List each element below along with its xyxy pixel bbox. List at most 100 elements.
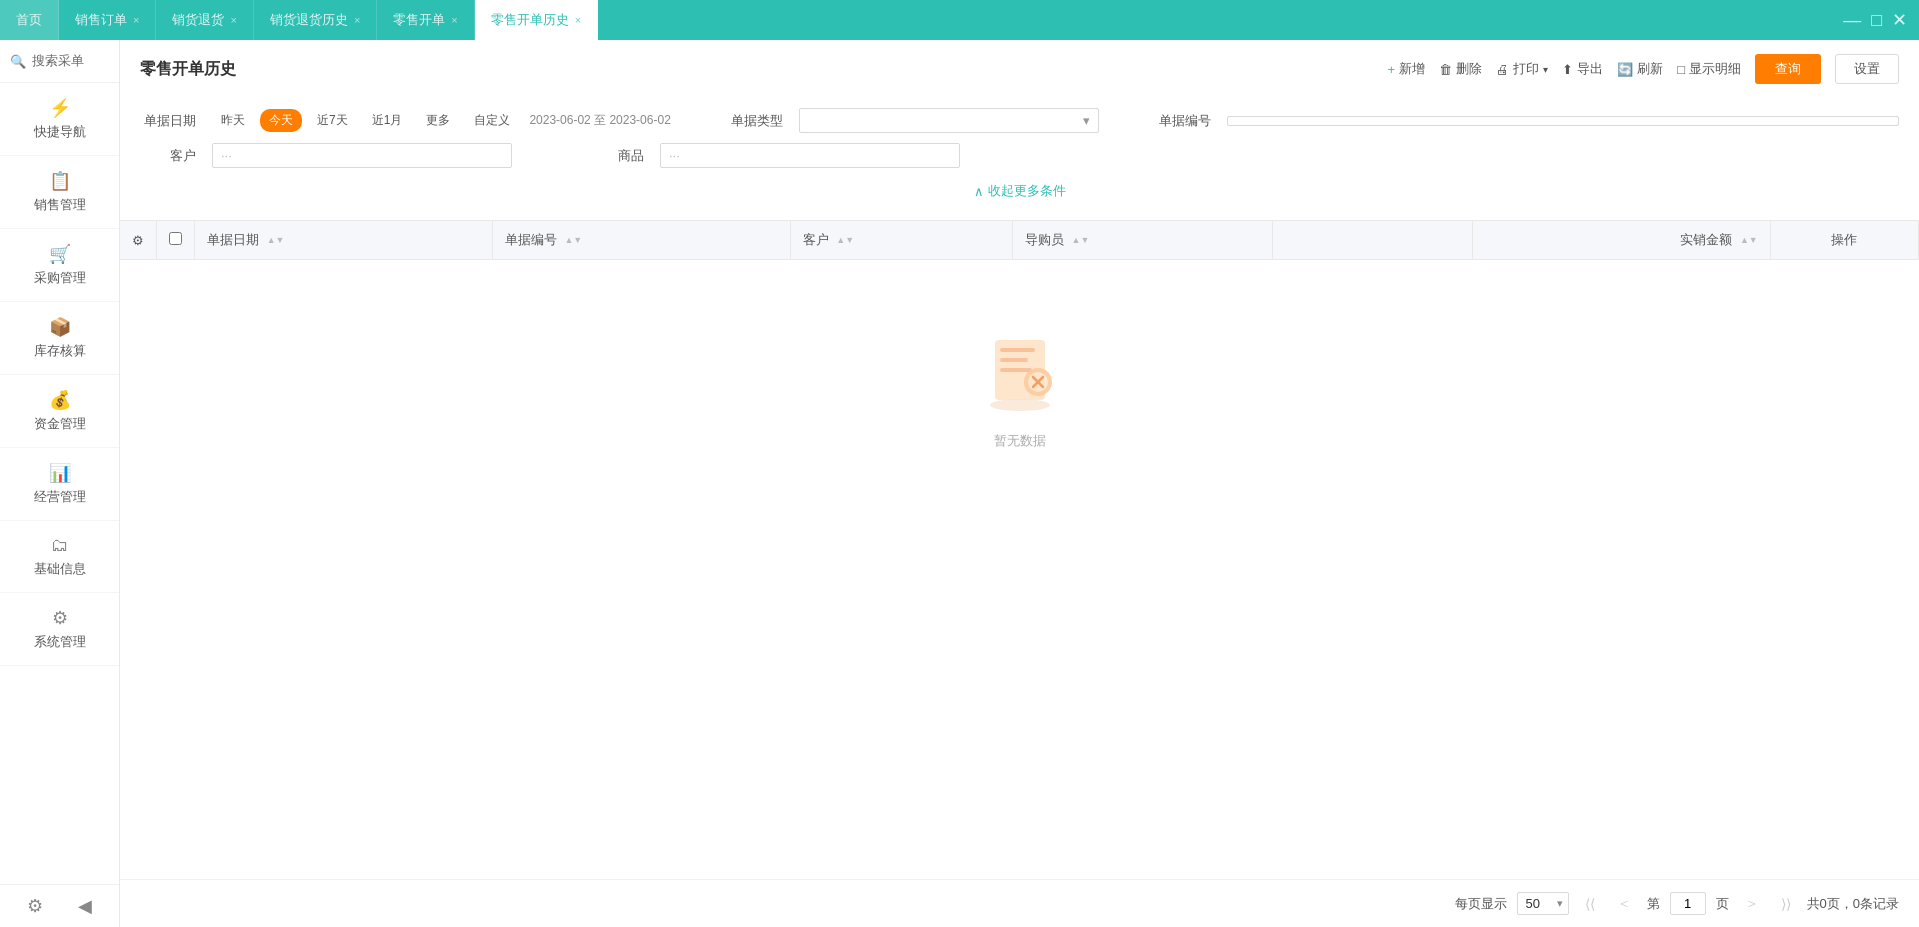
print-dropdown-icon: ▾ [1543,64,1548,75]
query-button[interactable]: 查询 [1755,54,1821,84]
sidebar: 🔍 搜索采单 ⚡ 快捷导航 📋 销售管理 🛒 采购管理 📦 库存核算 💰 资金管… [0,40,120,927]
tab-sales-order-label: 销售订单 [75,11,127,29]
filter-row-1: 单据日期 昨天 今天 近7天 近1月 更多 自定义 2023-06-02 至 2… [140,108,1899,133]
delete-icon: 🗑 [1439,62,1452,77]
search-icon: 🔍 [10,54,26,69]
customer-input[interactable]: ··· [212,143,512,168]
page-title: 零售开单历史 [140,59,236,80]
add-label: 新增 [1399,60,1425,78]
tab-retail-history[interactable]: 零售开单历史 × [475,0,598,40]
pagination: 每页显示 50 10 20 100 ⟨⟨ ＜ 第 页 ＞ ⟩⟩ 共0页，0条记录 [120,879,1919,927]
sidebar-item-sales-mgmt-label: 销售管理 [34,196,86,214]
sort-date-icon[interactable]: ▲▼ [267,236,285,245]
delete-label: 删除 [1456,60,1482,78]
refresh-button[interactable]: 🔄 刷新 [1617,60,1663,78]
sidebar-search[interactable]: 🔍 搜索采单 [0,40,119,83]
print-icon: 🖨 [1496,62,1509,77]
export-label: 导出 [1577,60,1603,78]
sidebar-item-operations-label: 经营管理 [34,488,86,506]
tab-sales-return-close[interactable]: × [230,14,236,26]
sidebar-item-sales-mgmt[interactable]: 📋 销售管理 [0,156,119,229]
last-page-btn[interactable]: ⟩⟩ [1775,894,1797,914]
tab-sales-order-close[interactable]: × [133,14,139,26]
sidebar-item-finance[interactable]: 💰 资金管理 [0,375,119,448]
column-settings-icon[interactable]: ⚙ [132,233,144,248]
first-page-btn[interactable]: ⟨⟨ [1579,894,1601,914]
date-btn-today[interactable]: 今天 [260,109,302,132]
th-date-label: 单据日期 [207,232,259,247]
th-number[interactable]: 单据编号 ▲▼ [492,221,790,260]
minimize-btn[interactable]: — [1843,10,1861,31]
prev-page-btn[interactable]: ＜ [1611,893,1637,915]
print-button[interactable]: 🖨 打印 ▾ [1496,60,1548,78]
per-page-select[interactable]: 50 10 20 100 [1517,892,1569,915]
table-wrap: ⚙ 单据日期 ▲▼ 单据编号 ▲▼ [120,221,1919,879]
tab-sales-return-history[interactable]: 销货退货历史 × [254,0,377,40]
tab-retail-history-label: 零售开单历史 [491,11,569,29]
sidebar-item-system[interactable]: ⚙ 系统管理 [0,593,119,666]
page-suffix: 页 [1716,895,1729,913]
date-btn-1month[interactable]: 近1月 [363,109,412,132]
total-info: 共0页，0条记录 [1807,895,1899,913]
sidebar-collapse-icon[interactable]: ◀ [78,895,92,917]
type-dropdown-icon: ▾ [1083,113,1090,128]
tab-retail-history-close[interactable]: × [575,14,581,26]
th-customer[interactable]: 客户 ▲▼ [790,221,1012,260]
display-label: 显示明细 [1689,60,1741,78]
th-date[interactable]: 单据日期 ▲▼ [195,221,493,260]
number-input[interactable] [1227,116,1899,126]
date-range-text: 2023-06-02 至 2023-06-02 [529,112,670,129]
next-page-btn[interactable]: ＞ [1739,893,1765,915]
date-btn-more[interactable]: 更多 [417,109,459,132]
tab-home[interactable]: 首页 [0,0,59,40]
th-settings[interactable]: ⚙ [120,221,157,260]
refresh-icon: 🔄 [1617,62,1633,77]
settings-button[interactable]: 设置 [1835,54,1899,84]
page-input[interactable] [1670,892,1706,915]
sidebar-settings-icon[interactable]: ⚙ [27,895,43,917]
date-btn-custom[interactable]: 自定义 [465,109,519,132]
toolbar-actions: + 新增 🗑 删除 🖨 打印 ▾ ⬆ 导出 [1388,54,1899,84]
display-toggle[interactable]: □ 显示明细 [1677,60,1741,78]
th-customer-label: 客户 [803,232,829,247]
sidebar-item-operations[interactable]: 📊 经营管理 [0,448,119,521]
operations-icon: 📊 [49,462,71,484]
empty-text: 暂无数据 [994,432,1046,450]
number-label: 单据编号 [1155,112,1211,130]
tab-sales-return-history-close[interactable]: × [354,14,360,26]
tab-retail-open-close[interactable]: × [451,14,457,26]
type-select[interactable]: ▾ [799,108,1099,133]
close-btn[interactable]: ✕ [1892,9,1907,31]
goods-input[interactable]: ··· [660,143,960,168]
page-title-row: 零售开单历史 + 新增 🗑 删除 🖨 打印 ▾ [140,54,1899,84]
sidebar-item-purchase-mgmt[interactable]: 🛒 采购管理 [0,229,119,302]
select-all-checkbox[interactable] [169,232,182,245]
date-btn-7days[interactable]: 近7天 [308,109,357,132]
th-guide[interactable]: 导购员 ▲▼ [1012,221,1272,260]
delete-button[interactable]: 🗑 删除 [1439,60,1482,78]
sales-mgmt-icon: 📋 [49,170,71,192]
system-icon: ⚙ [52,607,68,629]
sidebar-item-basic-info[interactable]: 🗂 基础信息 [0,521,119,593]
checkbox-icon: □ [1677,62,1685,77]
tab-retail-open[interactable]: 零售开单 × [377,0,474,40]
export-button[interactable]: ⬆ 导出 [1562,60,1603,78]
customer-dots: ··· [221,148,232,163]
sidebar-item-quick-nav[interactable]: ⚡ 快捷导航 [0,83,119,156]
date-btn-yesterday[interactable]: 昨天 [212,109,254,132]
th-amount[interactable]: 实销金额 ▲▼ [1472,221,1770,260]
sort-amount-icon[interactable]: ▲▼ [1740,236,1758,245]
sidebar-item-basic-info-label: 基础信息 [34,560,86,578]
add-button[interactable]: + 新增 [1388,60,1426,78]
tab-sales-return[interactable]: 销货退货 × [156,0,253,40]
sort-customer-icon[interactable]: ▲▼ [836,236,854,245]
th-number-label: 单据编号 [505,232,557,247]
collapse-more-btn[interactable]: ∧ 收起更多条件 [140,178,1899,208]
th-check[interactable] [157,221,195,260]
sort-number-icon[interactable]: ▲▼ [564,236,582,245]
data-table: ⚙ 单据日期 ▲▼ 单据编号 ▲▼ [120,221,1919,260]
sort-guide-icon[interactable]: ▲▼ [1071,236,1089,245]
tab-sales-order[interactable]: 销售订单 × [59,0,156,40]
maximize-btn[interactable]: □ [1871,10,1882,31]
sidebar-item-inventory[interactable]: 📦 库存核算 [0,302,119,375]
